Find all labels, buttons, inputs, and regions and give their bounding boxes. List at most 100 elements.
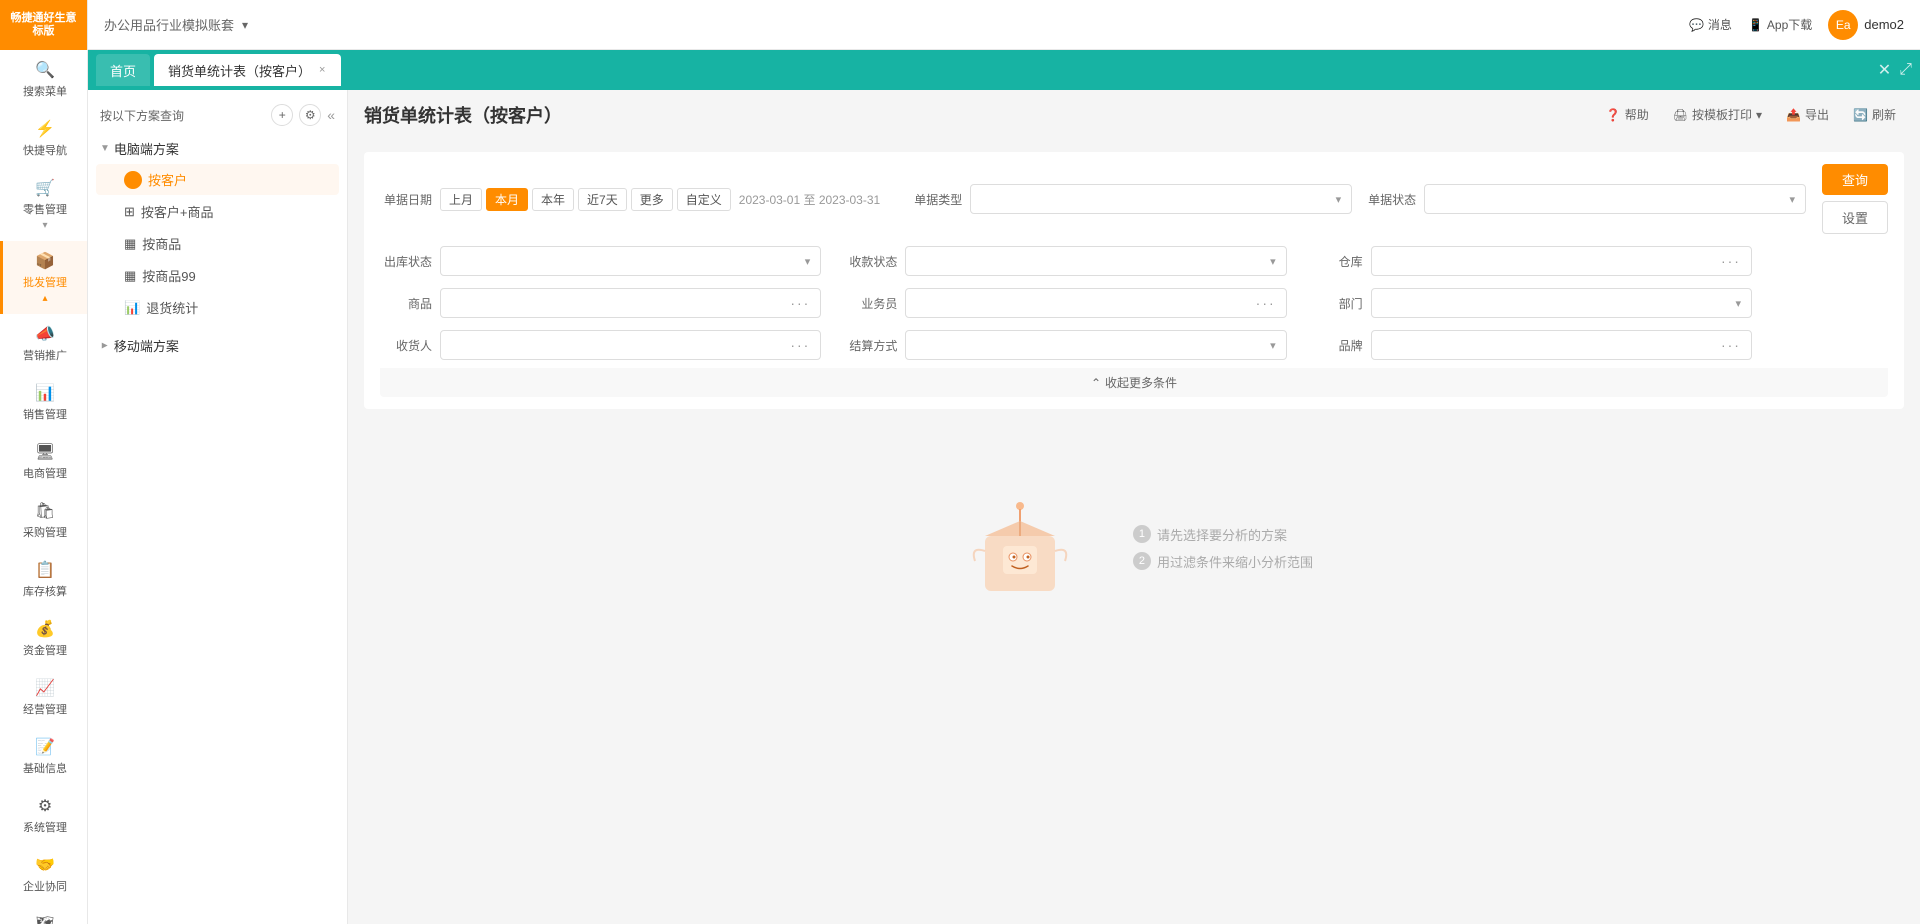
filter-row-4: 收货人 ··· 结算方式 ▾ 品牌	[380, 330, 1888, 360]
hint-num-1: 1	[1133, 525, 1151, 543]
collapse-panel-btn[interactable]: «	[327, 107, 335, 123]
date-last-7-days-btn[interactable]: 近7天	[578, 188, 627, 211]
left-panel-title: 按以下方案查询	[100, 107, 184, 124]
filter-consignee-group: 收货人 ···	[380, 330, 821, 360]
doc-type-select[interactable]: ▾	[970, 184, 1352, 214]
date-custom-btn[interactable]: 自定义	[677, 188, 731, 211]
sales-icon: 📊	[35, 383, 55, 403]
salesperson-select[interactable]: ···	[905, 288, 1286, 318]
doc-status-select[interactable]: ▾	[1424, 184, 1806, 214]
warehouse-select[interactable]: ···	[1371, 246, 1752, 276]
filter-area: 单据日期 上月 本月 本年 近7天 更多 自定义 2023-03-01 至 20…	[364, 152, 1904, 409]
filter-row-1: 单据日期 上月 本月 本年 近7天 更多 自定义 2023-03-01 至 20…	[380, 164, 1888, 234]
sidebar: 畅捷通好生意标版 🔍 搜索菜单 ⚡ 快捷导航 🛒 零售管理 ▾ 📦 批发管理 ▴…	[0, 0, 88, 924]
tree-item-by-product[interactable]: ▦ 按商品	[96, 228, 339, 259]
app-download-btn[interactable]: 📱 App下载	[1748, 16, 1812, 33]
template-print-btn[interactable]: 🖨 按模板打印 ▾	[1665, 102, 1770, 127]
tree-item-by-customer-product[interactable]: ⊞ 按客户+商品	[96, 196, 339, 227]
sidebar-item-basic-info[interactable]: 📝 基础信息	[0, 727, 87, 786]
out-status-select[interactable]: ▾	[440, 246, 821, 276]
sidebar-item-corp[interactable]: 🤝 企业协同	[0, 845, 87, 904]
by-product-99-label: 按商品99	[142, 266, 195, 285]
payment-status-select[interactable]: ▾	[905, 246, 1286, 276]
sidebar-item-retail[interactable]: 🛒 零售管理 ▾	[0, 168, 87, 241]
system-icon: ⚙	[38, 796, 52, 816]
product-dots: ···	[790, 295, 810, 311]
window-close-btn[interactable]: ✕	[1878, 60, 1891, 80]
tree-parent-pc[interactable]: ▼ 电脑端方案	[92, 134, 343, 163]
by-customer-product-label: 按客户+商品	[141, 202, 214, 221]
sidebar-item-marketing[interactable]: 📣 营销推广	[0, 314, 87, 373]
dept-select[interactable]: ▾	[1371, 288, 1752, 318]
user-profile[interactable]: Ea demo2	[1828, 10, 1904, 40]
date-shortcuts: 上月 本月 本年 近7天 更多 自定义	[440, 188, 731, 211]
return-stats-icon: 📊	[124, 300, 140, 316]
message-btn[interactable]: 💬 消息	[1689, 16, 1732, 33]
tree-parent-mobile[interactable]: ▼ 移动端方案	[92, 331, 343, 360]
consignee-select[interactable]: ···	[440, 330, 821, 360]
sidebar-item-operations[interactable]: 📈 经营管理	[0, 668, 87, 727]
window-maximize-btn[interactable]: ⤢	[1899, 61, 1912, 79]
sidebar-item-purchase[interactable]: 🛍 采购管理	[0, 491, 87, 550]
sidebar-item-quick-nav[interactable]: ⚡ 快捷导航	[0, 109, 87, 168]
sidebar-item-finance[interactable]: 💰 资金管理	[0, 609, 87, 668]
sidebar-item-inventory[interactable]: 📋 库存核算	[0, 550, 87, 609]
date-more-btn[interactable]: 更多	[631, 188, 673, 211]
by-product-99-icon: ▦	[124, 268, 136, 284]
sidebar-item-new-guide[interactable]: 🗺 新手引导	[0, 904, 87, 924]
payment-method-label: 结算方式	[845, 337, 905, 354]
salesperson-label: 业务员	[845, 295, 905, 312]
purchase-icon: 🛍	[35, 501, 55, 521]
date-this-month-btn[interactable]: 本月	[486, 188, 528, 211]
empty-state: 1 请先选择要分析的方案 2 用过滤条件来缩小分析范围	[364, 421, 1904, 674]
refresh-icon: 🔄	[1853, 108, 1868, 122]
tab-sales-stats[interactable]: 销货单统计表（按客户） ×	[154, 54, 341, 86]
query-btn[interactable]: 查询	[1822, 164, 1888, 195]
page-title: 销货单统计表（按客户）	[364, 102, 562, 128]
wholesale-icon: 📦	[35, 251, 55, 271]
doc-status-arrow: ▾	[1789, 193, 1795, 206]
date-this-year-btn[interactable]: 本年	[532, 188, 574, 211]
filter-row-2: 出库状态 ▾ 收款状态 ▾ 仓库	[380, 246, 1888, 276]
filter-out-status-group: 出库状态 ▾	[380, 246, 821, 276]
settings-btn[interactable]: 设置	[1822, 201, 1888, 234]
filter-dept-group: 部门 ▾	[1311, 288, 1752, 318]
payment-method-select[interactable]: ▾	[905, 330, 1286, 360]
tab-close-btn[interactable]: ×	[317, 64, 327, 76]
new-guide-icon: 🗺	[35, 914, 55, 924]
industry-dropdown[interactable]: ▾	[242, 18, 248, 32]
collapse-more-btn[interactable]: ⌃ 收起更多条件	[380, 368, 1888, 397]
sidebar-item-search-menu[interactable]: 🔍 搜索菜单	[0, 50, 87, 109]
finance-icon: 💰	[35, 619, 55, 639]
out-status-arrow: ▾	[805, 255, 811, 268]
message-icon: 💬	[1689, 18, 1704, 32]
hint-num-2: 2	[1133, 552, 1151, 570]
export-btn[interactable]: 📤 导出	[1778, 102, 1837, 127]
user-avatar: Ea	[1828, 10, 1858, 40]
refresh-btn[interactable]: 🔄 刷新	[1845, 102, 1904, 127]
filter-payment-method-group: 结算方式 ▾	[845, 330, 1286, 360]
help-btn[interactable]: ❓ 帮助	[1598, 102, 1657, 127]
sidebar-item-sales[interactable]: 📊 销售管理	[0, 373, 87, 432]
tab-bar: 首页 销货单统计表（按客户） × ✕ ⤢	[88, 50, 1920, 90]
export-label: 导出	[1805, 106, 1829, 123]
filter-payment-status-group: 收款状态 ▾	[845, 246, 1286, 276]
empty-hint-2: 2 用过滤条件来缩小分析范围	[1133, 552, 1313, 571]
tab-home[interactable]: 首页	[96, 54, 150, 86]
sidebar-item-system[interactable]: ⚙ 系统管理	[0, 786, 87, 845]
sidebar-item-ecommerce[interactable]: 🖥 电商管理	[0, 432, 87, 491]
date-last-month-btn[interactable]: 上月	[440, 188, 482, 211]
quick-nav-icon: ⚡	[35, 119, 55, 139]
product-select[interactable]: ···	[440, 288, 821, 318]
warehouse-label: 仓库	[1311, 253, 1371, 270]
settings-scheme-btn[interactable]: ⚙	[299, 104, 321, 126]
tree-item-by-product-99[interactable]: ▦ 按商品99	[96, 260, 339, 291]
left-panel: 按以下方案查询 + ⚙ « ▼ 电脑端方案 按客户 ⊞ 按	[88, 90, 348, 924]
tree-item-return-stats[interactable]: 📊 退货统计	[96, 292, 339, 323]
corp-icon: 🤝	[35, 855, 55, 875]
brand-select[interactable]: ···	[1371, 330, 1752, 360]
sidebar-item-wholesale[interactable]: 📦 批发管理 ▴	[0, 241, 87, 314]
tree-item-by-customer[interactable]: 按客户	[96, 164, 339, 195]
tab-sales-stats-label: 销货单统计表（按客户）	[168, 61, 311, 80]
add-scheme-btn[interactable]: +	[271, 104, 293, 126]
